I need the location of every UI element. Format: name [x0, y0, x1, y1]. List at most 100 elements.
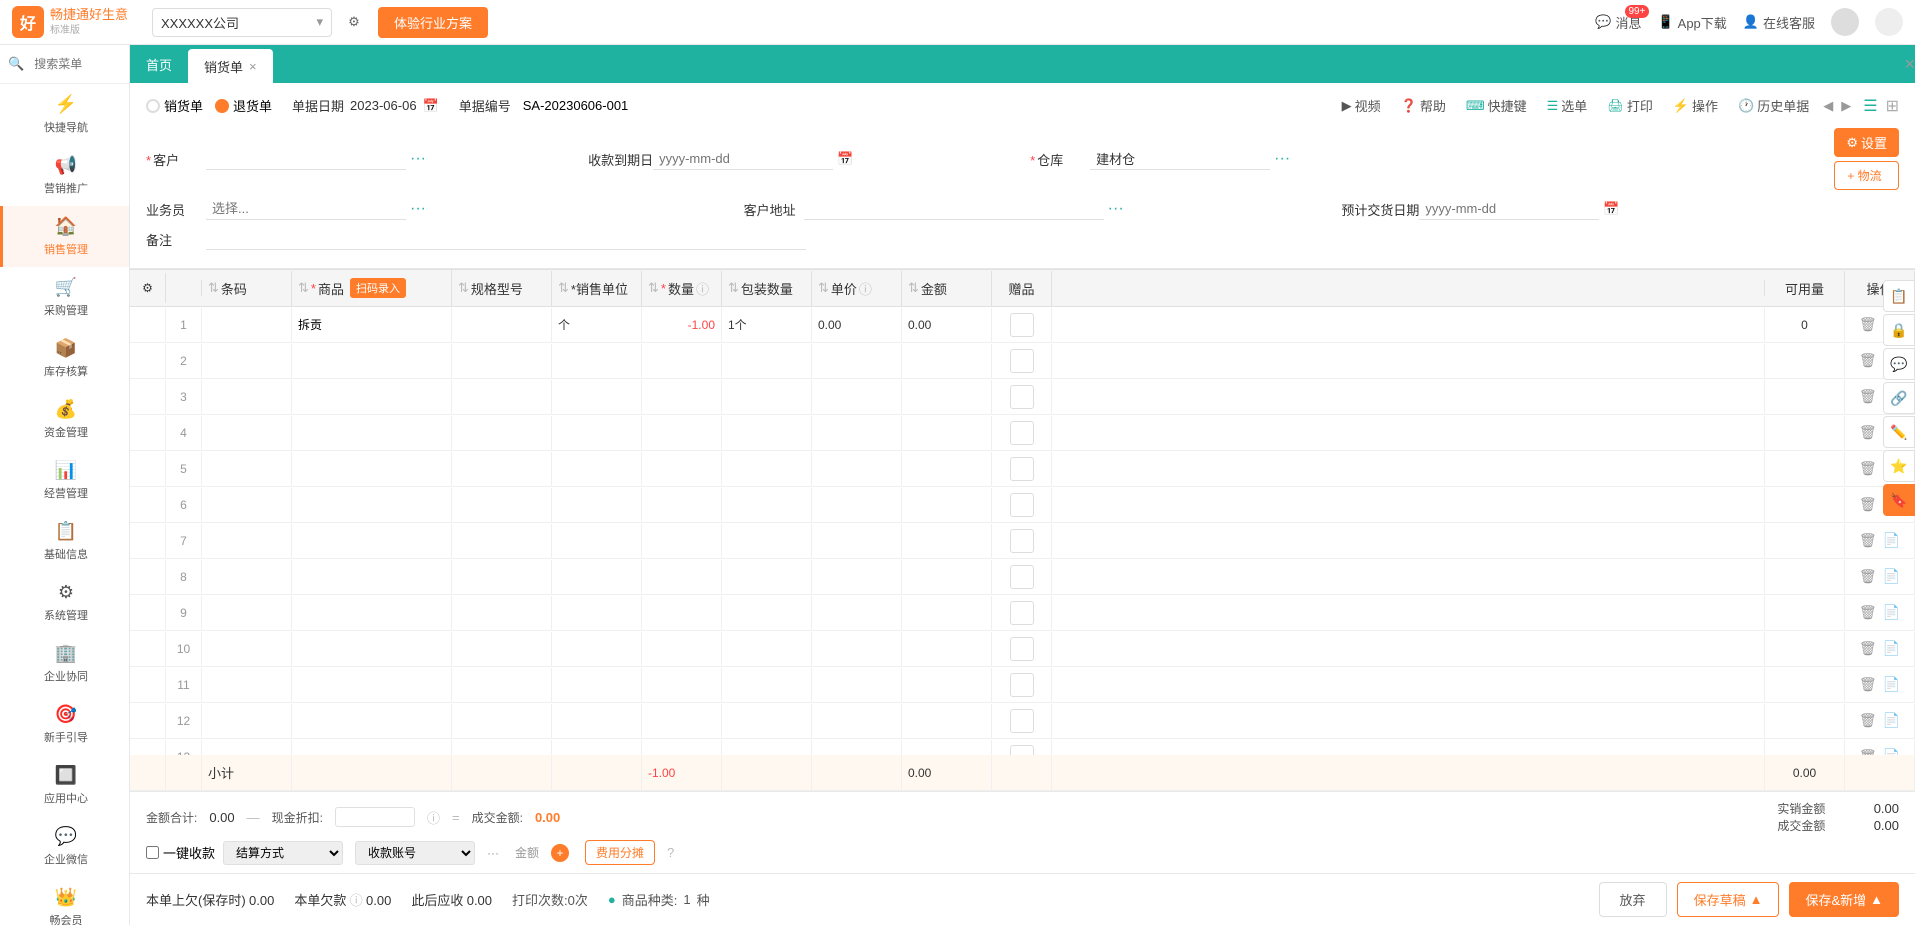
- shortcut-button[interactable]: ⌨ 快捷键: [1460, 93, 1533, 118]
- td-barcode-1[interactable]: [202, 344, 292, 378]
- settings-gear-icon[interactable]: ⚙: [340, 8, 368, 36]
- td-desc-2[interactable]: [1052, 380, 1765, 414]
- nav-next-icon[interactable]: ▶: [1841, 98, 1851, 114]
- pay-method-select[interactable]: 结算方式: [223, 841, 343, 865]
- float-link-button[interactable]: 🔗: [1883, 382, 1915, 414]
- td-goods-8[interactable]: [292, 596, 452, 630]
- td-desc-7[interactable]: [1052, 560, 1765, 594]
- td-gift-11[interactable]: [992, 704, 1052, 738]
- delete-row-icon-8[interactable]: 🗑: [1859, 604, 1877, 621]
- overdue-info-icon[interactable]: ⓘ: [350, 893, 363, 908]
- fee-split-button[interactable]: 费用分摊: [585, 840, 655, 865]
- td-desc-10[interactable]: [1052, 668, 1765, 702]
- td-spec-1[interactable]: [452, 344, 552, 378]
- td-spec-3[interactable]: [452, 416, 552, 450]
- sidebar-item-system[interactable]: ⚙ 系统管理: [0, 572, 129, 633]
- delete-row-icon-9[interactable]: 🗑: [1859, 640, 1877, 657]
- td-desc-3[interactable]: [1052, 416, 1765, 450]
- td-spec-11[interactable]: [452, 704, 552, 738]
- sidebar-item-enterprise[interactable]: 🏢 企业协同: [0, 633, 129, 694]
- td-desc-8[interactable]: [1052, 596, 1765, 630]
- td-goods-1[interactable]: [292, 344, 452, 378]
- td-spec-7[interactable]: [452, 560, 552, 594]
- gift-checkbox-11[interactable]: [1010, 709, 1034, 733]
- td-goods-11[interactable]: [292, 704, 452, 738]
- td-barcode-6[interactable]: [202, 524, 292, 558]
- print-button[interactable]: 🖨 打印: [1601, 93, 1659, 118]
- notes-input[interactable]: [206, 228, 806, 250]
- history-button[interactable]: 🕐 历史单据: [1732, 93, 1815, 118]
- save-draft-button[interactable]: 保存草稿 ▲: [1677, 882, 1780, 917]
- customer-address-input[interactable]: [804, 198, 1104, 220]
- copy-row-icon-10[interactable]: 📄: [1883, 676, 1900, 693]
- grid-view-icon[interactable]: ⊞: [1886, 96, 1899, 116]
- td-goods-4[interactable]: [292, 452, 452, 486]
- td-spec-8[interactable]: [452, 596, 552, 630]
- copy-row-icon-7[interactable]: 📄: [1883, 568, 1900, 585]
- customer-address-dots-icon[interactable]: ···: [1108, 200, 1124, 218]
- td-goods-2[interactable]: [292, 380, 452, 414]
- td-desc-5[interactable]: [1052, 488, 1765, 522]
- delete-row-icon-3[interactable]: 🗑: [1859, 424, 1877, 441]
- price-info-icon[interactable]: ⓘ: [859, 279, 872, 298]
- td-spec-5[interactable]: [452, 488, 552, 522]
- td-qty-7[interactable]: [642, 560, 722, 594]
- td-gift-1[interactable]: [992, 344, 1052, 378]
- td-gift-7[interactable]: [992, 560, 1052, 594]
- td-barcode-2[interactable]: [202, 380, 292, 414]
- td-barcode-5[interactable]: [202, 488, 292, 522]
- delete-row-icon-4[interactable]: 🗑: [1859, 460, 1877, 477]
- sidebar-item-wechat[interactable]: 💬 企业微信: [0, 816, 129, 877]
- td-gift-12[interactable]: [992, 740, 1052, 756]
- gift-checkbox-3[interactable]: [1010, 421, 1034, 445]
- warehouse-input[interactable]: [1090, 148, 1270, 170]
- settings-action-button[interactable]: ⚙ 设置: [1834, 128, 1899, 157]
- td-goods-10[interactable]: [292, 668, 452, 702]
- help-button[interactable]: ❓ 帮助: [1395, 93, 1452, 118]
- gift-checkbox-7[interactable]: [1010, 565, 1034, 589]
- customer-input[interactable]: [206, 148, 406, 170]
- nav-prev-icon[interactable]: ◀: [1823, 98, 1833, 114]
- operation-button[interactable]: ⚡ 操作: [1667, 93, 1724, 118]
- float-lock-button[interactable]: 🔒: [1883, 314, 1915, 346]
- sidebar-item-guide[interactable]: 🎯 新手引导: [0, 694, 129, 755]
- td-qty-6[interactable]: [642, 524, 722, 558]
- copy-row-icon-8[interactable]: 📄: [1883, 604, 1900, 621]
- delete-row-icon-11[interactable]: 🗑: [1859, 712, 1877, 729]
- sidebar-item-purchase[interactable]: 🛒 采购管理: [0, 267, 129, 328]
- tab-home[interactable]: 首页: [130, 45, 188, 83]
- formula-info-icon[interactable]: ⓘ: [427, 808, 440, 827]
- td-barcode-4[interactable]: [202, 452, 292, 486]
- window-close-icon[interactable]: ×: [1904, 54, 1915, 75]
- td-goods-12[interactable]: [292, 740, 452, 756]
- td-qty-3[interactable]: [642, 416, 722, 450]
- td-goods-0[interactable]: [292, 308, 452, 342]
- td-spec-0[interactable]: [452, 308, 552, 342]
- td-qty-9[interactable]: [642, 632, 722, 666]
- gift-checkbox-9[interactable]: [1010, 637, 1034, 661]
- delete-row-icon-2[interactable]: 🗑: [1859, 388, 1877, 405]
- list-view-icon[interactable]: ☰: [1863, 96, 1877, 116]
- customer-dots-icon[interactable]: ···: [410, 150, 426, 168]
- td-gift-8[interactable]: [992, 596, 1052, 630]
- calendar-icon[interactable]: 📅: [423, 98, 439, 114]
- td-qty-0[interactable]: [642, 308, 722, 342]
- gift-checkbox-12[interactable]: [1010, 745, 1034, 756]
- delete-row-icon-12[interactable]: 🗑: [1859, 748, 1877, 755]
- logistics-button[interactable]: + 物流: [1834, 161, 1899, 190]
- sidebar-item-inventory[interactable]: 📦 库存核算: [0, 328, 129, 389]
- th-settings[interactable]: ⚙: [130, 273, 166, 303]
- td-barcode-7[interactable]: [202, 560, 292, 594]
- delete-row-icon-7[interactable]: 🗑: [1859, 568, 1877, 585]
- td-goods-5[interactable]: [292, 488, 452, 522]
- td-barcode-10[interactable]: [202, 668, 292, 702]
- avatar[interactable]: [1831, 8, 1859, 36]
- td-qty-11[interactable]: [642, 704, 722, 738]
- delivery-date-calendar-icon[interactable]: 📅: [1603, 201, 1619, 217]
- td-gift-0[interactable]: [992, 308, 1052, 342]
- td-desc-12[interactable]: [1052, 740, 1765, 756]
- td-barcode-3[interactable]: [202, 416, 292, 450]
- copy-row-icon-9[interactable]: 📄: [1883, 640, 1900, 657]
- td-goods-9[interactable]: [292, 632, 452, 666]
- payment-help-icon[interactable]: ?: [667, 845, 674, 860]
